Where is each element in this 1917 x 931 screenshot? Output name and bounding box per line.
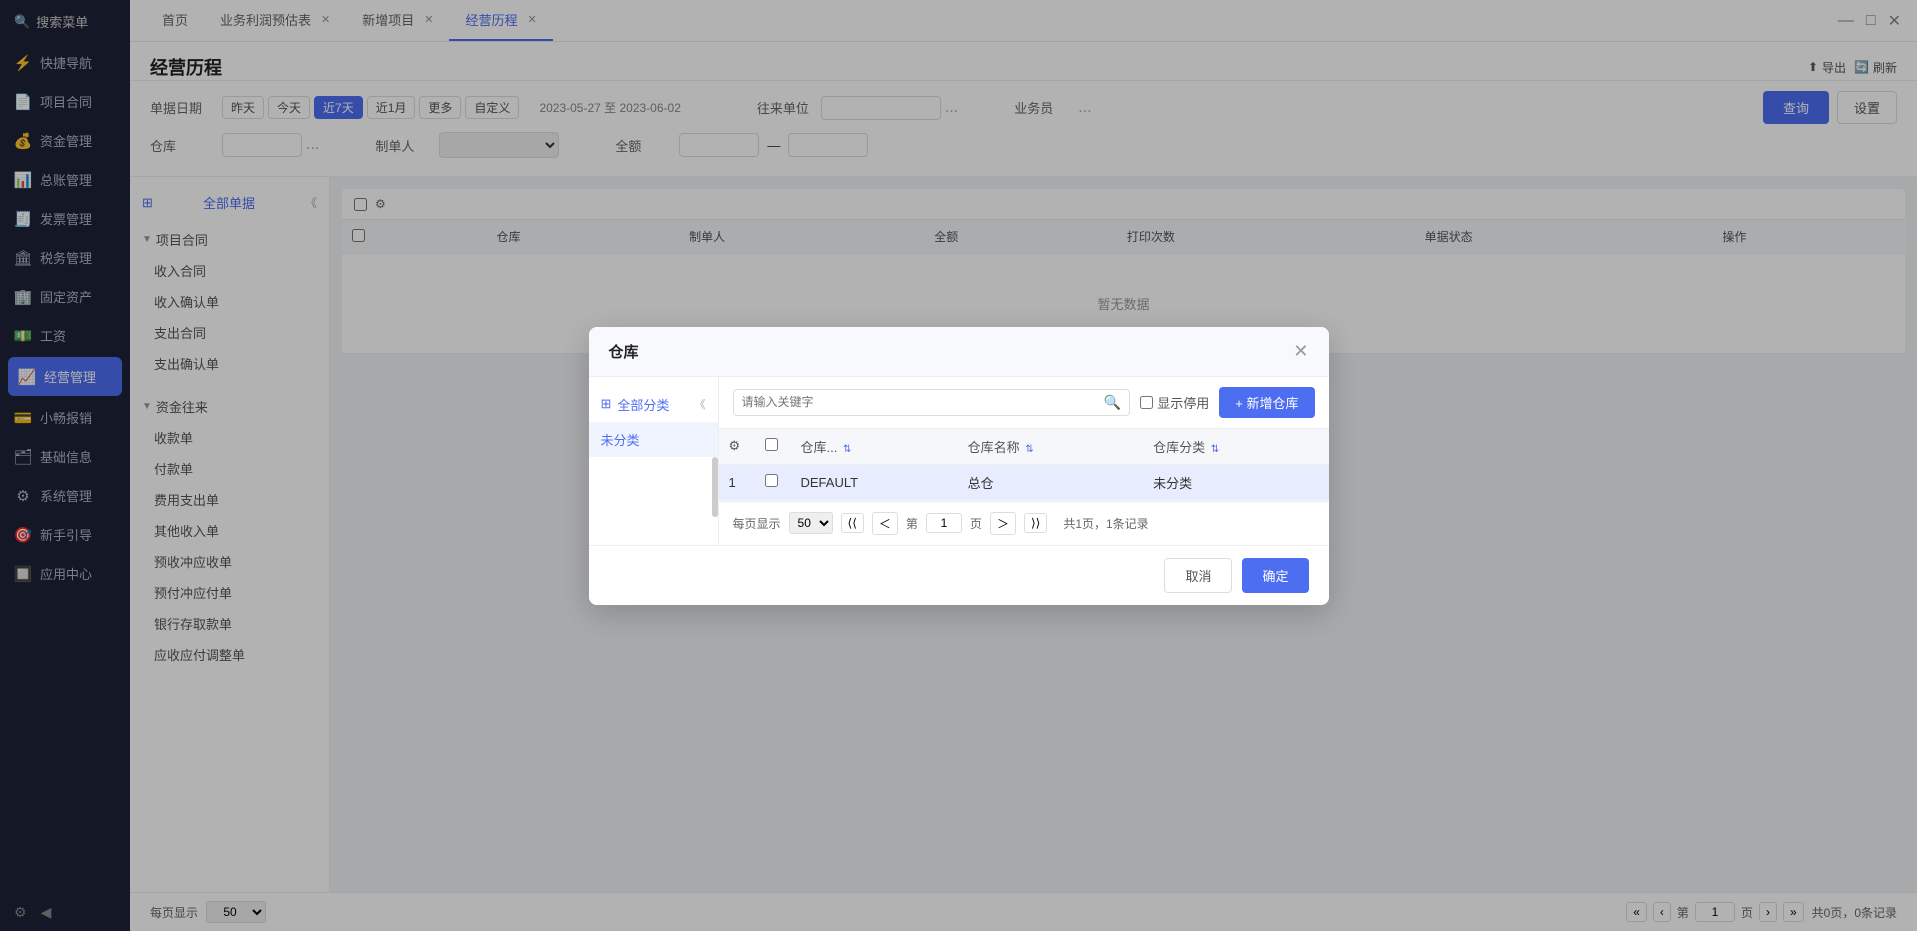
modal-confirm-button[interactable]: 确定	[1242, 558, 1308, 593]
modal-page-input[interactable]	[926, 513, 962, 533]
sort-name-icon[interactable]: ⇅	[1025, 444, 1033, 455]
row-warehouse-code: DEFAULT	[791, 464, 958, 500]
modal-pagination: 每页显示 50 ⟨⟨ ＜ 第 页 ＞ ⟩⟩ 共1页，1条记录	[719, 501, 1329, 545]
grid-icon-2: ⊞	[601, 396, 612, 412]
modal-overlay: 仓库 ✕ ⊞ 全部分类 《 未分类	[0, 0, 1917, 931]
row-num: 1	[719, 464, 755, 500]
add-warehouse-button[interactable]: + 新增仓库	[1219, 387, 1314, 418]
modal-collapse-icon[interactable]: 《	[695, 396, 706, 412]
modal-total-label: 共1页，1条记录	[1063, 515, 1148, 532]
show-disabled-checkbox[interactable]	[1140, 396, 1153, 409]
modal-title: 仓库	[609, 341, 639, 362]
row-checkbox-cell	[755, 464, 791, 500]
row-warehouse-name: 总仓	[958, 464, 1143, 500]
modal-page-size-select[interactable]: 50	[789, 512, 833, 534]
modal-body: ⊞ 全部分类 《 未分类 🔍	[589, 377, 1329, 545]
scrollbar-thumb	[712, 457, 718, 517]
table-row[interactable]: 1 DEFAULT 总仓 未分类	[719, 464, 1329, 500]
modal-th-name: 仓库名称 ⇅	[958, 429, 1143, 465]
modal-select-all[interactable]	[765, 438, 778, 451]
modal-footer: 取消 确定	[589, 545, 1329, 605]
modal-close-button[interactable]: ✕	[1293, 341, 1308, 362]
sort-code-icon[interactable]: ⇅	[843, 444, 851, 455]
modal-search-icon: 🔍	[1104, 394, 1121, 411]
modal-th-settings: ⚙	[719, 429, 755, 465]
modal-left-panel: ⊞ 全部分类 《 未分类	[589, 377, 719, 545]
modal-header: 仓库 ✕	[589, 327, 1329, 377]
settings-col-icon[interactable]: ⚙	[729, 438, 741, 453]
modal-th-category: 仓库分类 ⇅	[1143, 429, 1328, 465]
modal-category-uncategorized[interactable]: 未分类	[589, 422, 718, 457]
modal-table-wrap: ⚙ 仓库... ⇅ 仓库名称	[719, 429, 1329, 501]
modal-table: ⚙ 仓库... ⇅ 仓库名称	[719, 429, 1329, 501]
modal-first-page[interactable]: ⟨⟨	[841, 513, 864, 533]
modal-last-page[interactable]: ⟩⟩	[1024, 513, 1047, 533]
modal-all-category[interactable]: ⊞ 全部分类 《	[589, 387, 718, 422]
modal-page-suffix: 页	[970, 515, 982, 532]
row-warehouse-category: 未分类	[1143, 464, 1328, 500]
modal-page-label: 第	[906, 515, 918, 532]
modal-search-input[interactable]	[742, 395, 1098, 409]
modal-toolbar: 🔍 显示停用 + 新增仓库	[719, 377, 1329, 429]
modal-right-panel: 🔍 显示停用 + 新增仓库 ⚙	[719, 377, 1329, 545]
modal-prev-page[interactable]: ＜	[872, 512, 898, 535]
modal-cancel-button[interactable]: 取消	[1164, 558, 1232, 593]
modal-search-box: 🔍	[733, 389, 1131, 416]
row-checkbox[interactable]	[765, 474, 778, 487]
modal-page-size-label: 每页显示	[733, 515, 781, 532]
modal-th-code: 仓库... ⇅	[791, 429, 958, 465]
modal-next-page[interactable]: ＞	[990, 512, 1016, 535]
sort-category-icon[interactable]: ⇅	[1211, 444, 1219, 455]
warehouse-modal: 仓库 ✕ ⊞ 全部分类 《 未分类	[589, 327, 1329, 605]
show-disabled-label[interactable]: 显示停用	[1140, 393, 1209, 412]
modal-th-checkbox	[755, 429, 791, 465]
